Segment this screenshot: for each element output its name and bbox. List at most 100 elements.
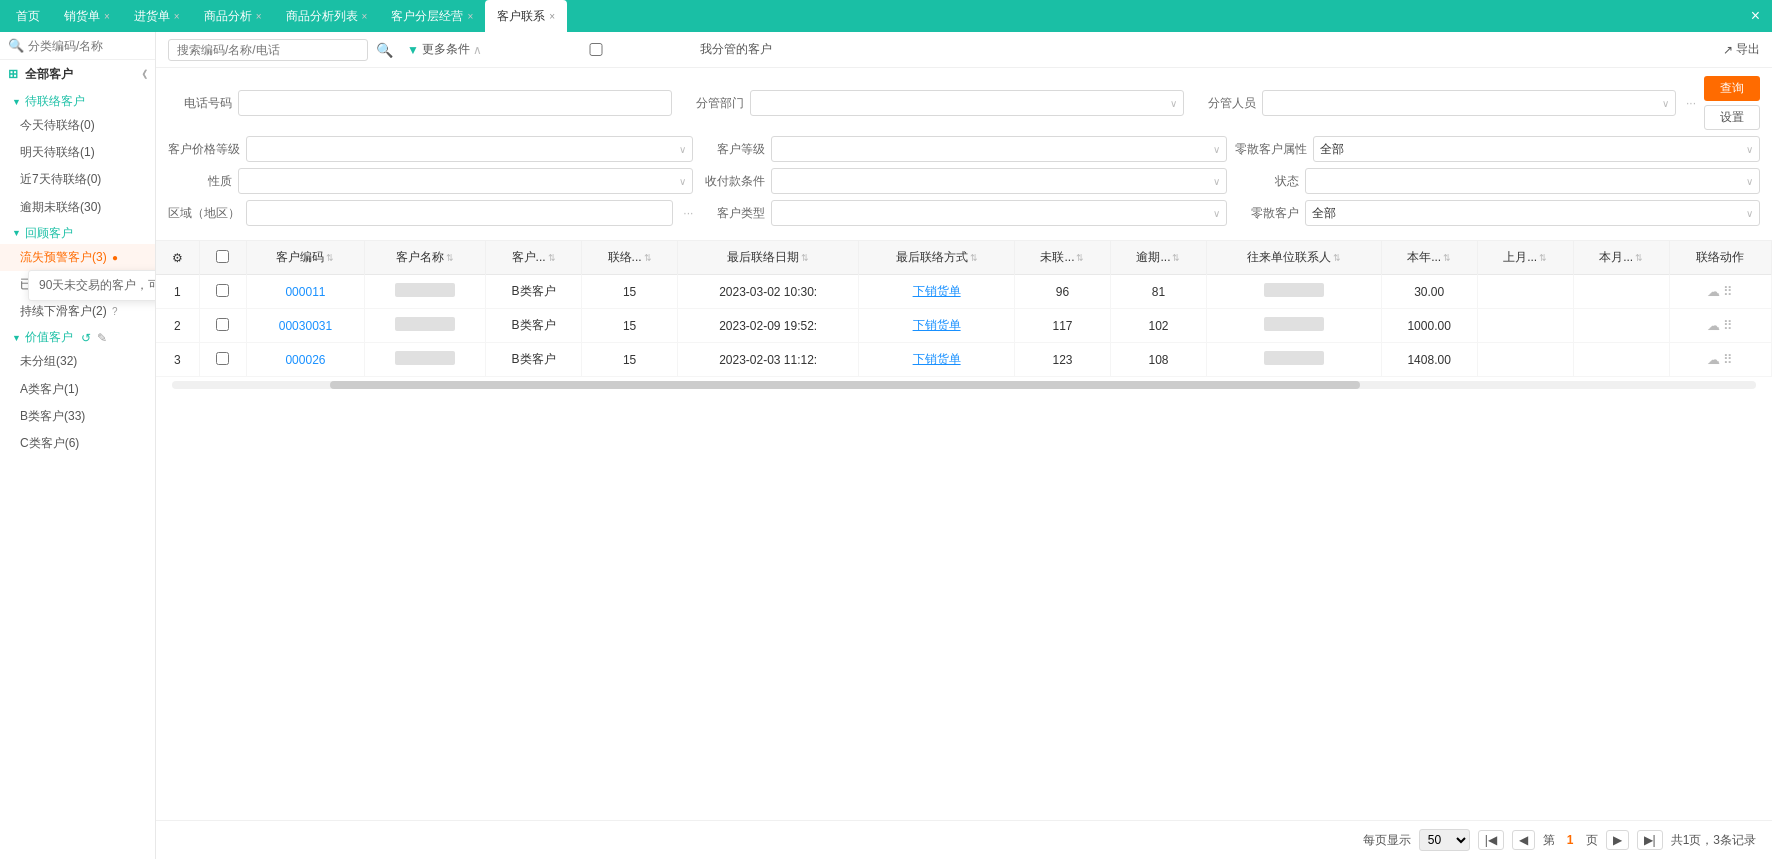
region-more-icon[interactable]: ··· xyxy=(683,206,693,220)
my-customers-checkbox[interactable] xyxy=(496,43,696,56)
more-action-icon[interactable]: ⠿ xyxy=(1723,352,1733,367)
sidebar-item-churn-warning[interactable]: 流失预警客户(3) ● xyxy=(0,244,155,271)
price-level-select[interactable]: ∨ xyxy=(246,136,693,162)
row-code[interactable]: 000026 xyxy=(246,343,364,377)
search-icon[interactable]: 🔍 xyxy=(376,42,393,58)
row-checkbox[interactable] xyxy=(199,309,246,343)
export-icon: ↗ xyxy=(1723,43,1733,57)
row-actions[interactable]: ☁ ⠿ xyxy=(1669,309,1771,343)
collapse-sidebar-icon[interactable]: 《 xyxy=(137,68,147,82)
all-customers-header[interactable]: ⊞ 全部客户 《 xyxy=(0,60,155,89)
status-select[interactable]: ∨ xyxy=(1305,168,1760,194)
tab-product-analysis-list[interactable]: 商品分析列表 × xyxy=(274,0,380,32)
tab-sales[interactable]: 销货单 × xyxy=(52,0,122,32)
zero-customer-attr-select[interactable]: 全部 ∨ xyxy=(1313,136,1760,162)
nature-select[interactable]: ∨ xyxy=(238,168,693,194)
group-review-customers[interactable]: ▼ 回顾客户 xyxy=(0,221,155,244)
close-tab-product-analysis[interactable]: × xyxy=(256,11,262,22)
last-page-btn[interactable]: ▶| xyxy=(1637,830,1663,850)
group-value-customers[interactable]: ▼ 价值客户 ↺ ✎ xyxy=(0,325,155,348)
select-all-checkbox[interactable] xyxy=(216,250,229,263)
overdue-col-header[interactable]: 逾期...⇅ xyxy=(1110,241,1206,275)
sidebar-item-declining[interactable]: 持续下滑客户(2) ? xyxy=(0,298,155,325)
phone-input[interactable] xyxy=(238,90,672,116)
type-col-header[interactable]: 客户...⇅ xyxy=(486,241,582,275)
sidebar-search-input[interactable] xyxy=(28,39,156,53)
row-last-method[interactable]: 下销货单 xyxy=(859,343,1015,377)
customer-type-select[interactable]: ∨ xyxy=(771,200,1226,226)
this-year-col-header[interactable]: 本年...⇅ xyxy=(1381,241,1477,275)
contact-col-header[interactable]: 联络...⇅ xyxy=(582,241,678,275)
close-tab-customer-stratification[interactable]: × xyxy=(467,11,473,22)
sidebar-item-class-a[interactable]: A类客户(1) xyxy=(0,376,155,403)
row-checkbox[interactable] xyxy=(199,343,246,377)
row-last-method[interactable]: 下销货单 xyxy=(859,309,1015,343)
settings-button[interactable]: 设置 xyxy=(1704,105,1760,130)
close-tab-sales[interactable]: × xyxy=(104,11,110,22)
row-code[interactable]: 000011 xyxy=(246,275,364,309)
prev-page-btn[interactable]: ◀ xyxy=(1512,830,1535,850)
sidebar-item-ungrouped[interactable]: 未分组(32) xyxy=(0,348,155,375)
this-month-col-header[interactable]: 本月...⇅ xyxy=(1573,241,1669,275)
last-month-col-header[interactable]: 上月...⇅ xyxy=(1477,241,1573,275)
scrollbar-thumb[interactable] xyxy=(330,381,1360,389)
contact-action-icon[interactable]: ☁ xyxy=(1707,352,1720,367)
my-customers-checkbox-label[interactable]: 我分管的客户 xyxy=(496,41,772,58)
group-arrow-icon: ▼ xyxy=(12,97,21,107)
sidebar-item-overdue[interactable]: 逾期未联络(30) xyxy=(0,194,155,221)
row-overdue: 102 xyxy=(1110,309,1206,343)
row-last-date: 2023-03-02 10:30: xyxy=(678,275,859,309)
page-size-select[interactable]: 50 100 200 xyxy=(1419,829,1470,851)
zero-customer-select[interactable]: 全部 ∨ xyxy=(1305,200,1760,226)
customer-level-select[interactable]: ∨ xyxy=(771,136,1226,162)
close-tab-product-analysis-list[interactable]: × xyxy=(362,11,368,22)
tab-home[interactable]: 首页 xyxy=(4,0,52,32)
window-close-btn[interactable]: × xyxy=(1751,7,1768,25)
code-col-header[interactable]: 客户编码⇅ xyxy=(246,241,364,275)
manager-more-icon[interactable]: ··· xyxy=(1686,96,1696,110)
dept-select[interactable]: ∨ xyxy=(750,90,1184,116)
close-tab-customer-contact[interactable]: × xyxy=(549,11,555,22)
checkbox-col-header[interactable] xyxy=(199,241,246,275)
horizontal-scrollbar[interactable] xyxy=(172,381,1756,389)
unlinked-col-header[interactable]: 未联...⇅ xyxy=(1014,241,1110,275)
group-pending-contact[interactable]: ▼ 待联络客户 xyxy=(0,89,155,112)
more-conditions-btn[interactable]: ▼ 更多条件 ∧ xyxy=(401,38,488,61)
search-input[interactable] xyxy=(168,39,368,61)
tab-customer-stratification[interactable]: 客户分层经营 × xyxy=(379,0,485,32)
more-action-icon[interactable]: ⠿ xyxy=(1723,318,1733,333)
row-checkbox[interactable] xyxy=(199,275,246,309)
tab-customer-contact[interactable]: 客户联系 × xyxy=(485,0,567,32)
payment-select[interactable]: ∨ xyxy=(771,168,1226,194)
next-page-btn[interactable]: ▶ xyxy=(1606,830,1629,850)
settings-col-header[interactable]: ⚙ xyxy=(156,241,199,275)
export-btn[interactable]: ↗ 导出 xyxy=(1723,41,1760,58)
row-actions[interactable]: ☁ ⠿ xyxy=(1669,343,1771,377)
row-code[interactable]: 00030031 xyxy=(246,309,364,343)
sidebar-item-class-c[interactable]: C类客户(6) xyxy=(0,430,155,457)
sort-icon-contact-person: ⇅ xyxy=(1333,253,1341,263)
refresh-icon[interactable]: ↺ xyxy=(81,331,91,345)
tab-product-analysis[interactable]: 商品分析 × xyxy=(192,0,274,32)
sidebar-item-class-b[interactable]: B类客户(33) xyxy=(0,403,155,430)
sidebar-item-7days[interactable]: 近7天待联络(0) xyxy=(0,166,155,193)
first-page-btn[interactable]: |◀ xyxy=(1478,830,1504,850)
more-action-icon[interactable]: ⠿ xyxy=(1723,284,1733,299)
name-col-header[interactable]: 客户名称⇅ xyxy=(364,241,485,275)
sidebar-item-tomorrow[interactable]: 明天待联络(1) xyxy=(0,139,155,166)
query-button[interactable]: 查询 xyxy=(1704,76,1760,101)
manager-select[interactable]: ∨ xyxy=(1262,90,1676,116)
row-actions[interactable]: ☁ ⠿ xyxy=(1669,275,1771,309)
last-date-col-header[interactable]: 最后联络日期⇅ xyxy=(678,241,859,275)
edit-icon[interactable]: ✎ xyxy=(97,331,107,345)
sidebar-item-today[interactable]: 今天待联络(0) xyxy=(0,112,155,139)
row-unlinkdays: 117 xyxy=(1014,309,1110,343)
tab-purchase[interactable]: 进货单 × xyxy=(122,0,192,32)
contact-action-icon[interactable]: ☁ xyxy=(1707,318,1720,333)
last-method-col-header[interactable]: 最后联络方式⇅ xyxy=(859,241,1015,275)
close-tab-purchase[interactable]: × xyxy=(174,11,180,22)
contact-person-col-header[interactable]: 往来单位联系人⇅ xyxy=(1206,241,1381,275)
region-select[interactable] xyxy=(246,200,673,226)
contact-action-icon[interactable]: ☁ xyxy=(1707,284,1720,299)
row-last-method[interactable]: 下销货单 xyxy=(859,275,1015,309)
